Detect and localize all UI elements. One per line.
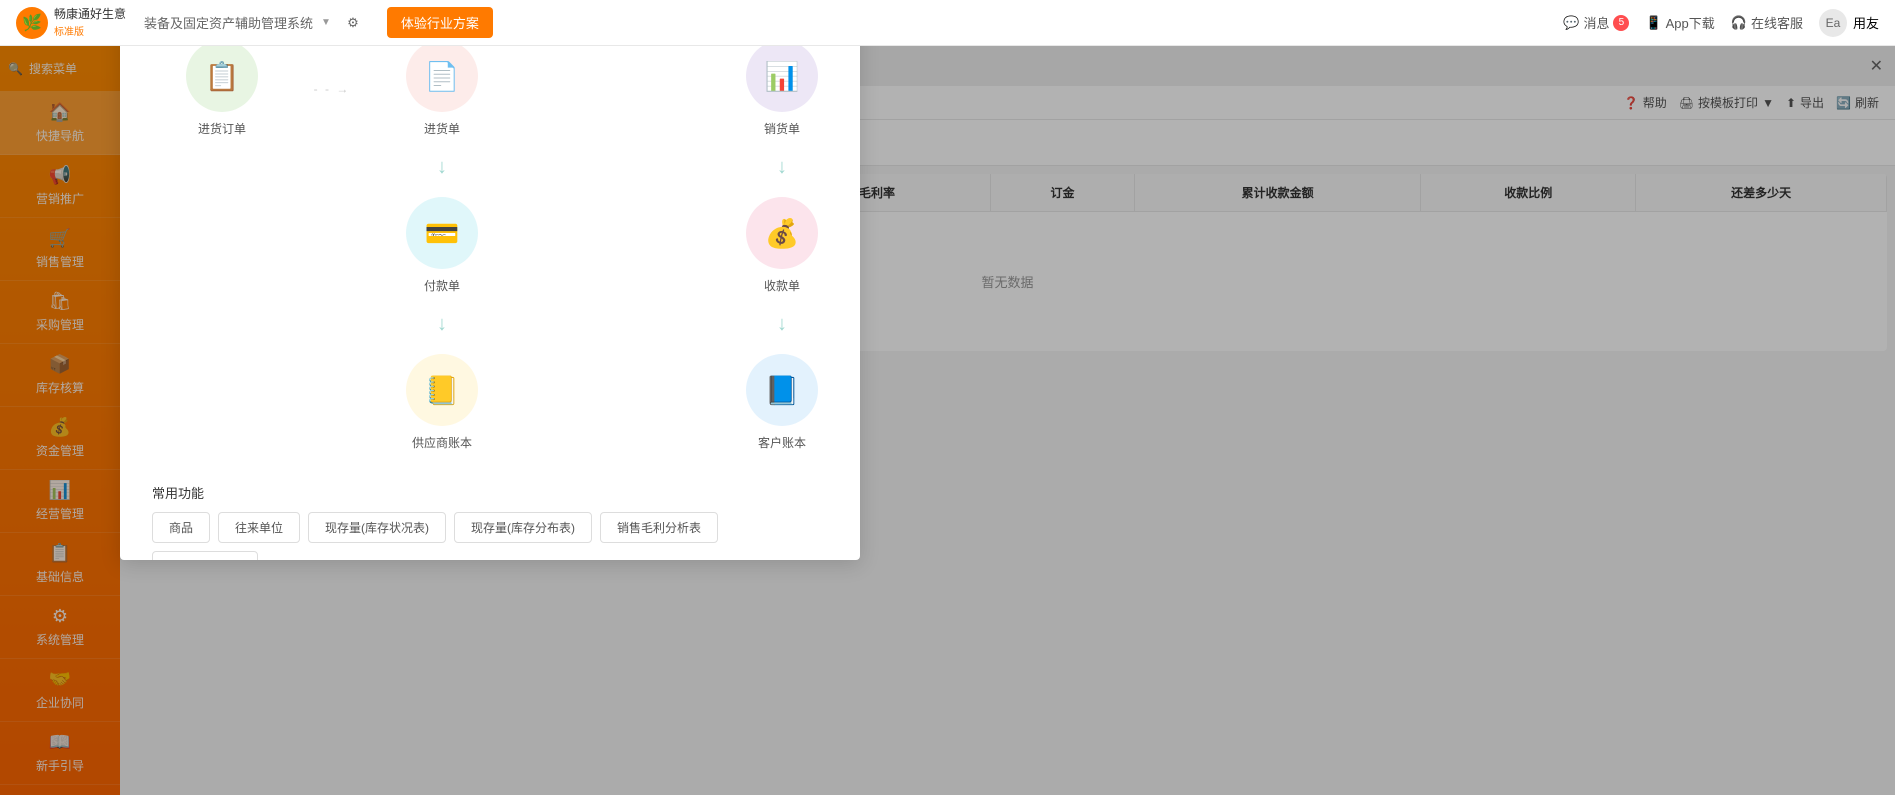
purchase-order-icon: 📋	[186, 40, 258, 112]
service-icon: 🎧	[1731, 15, 1747, 31]
purchase-bill-icon: 📄	[406, 40, 478, 112]
user-area[interactable]: Ea 用友	[1819, 9, 1879, 37]
down-arrow-purchase: ↓	[372, 156, 512, 179]
down-arrow-sale: ↓	[712, 156, 852, 179]
supplier-ledger-label: 供应商账本	[412, 434, 472, 451]
message-badge: 5	[1613, 15, 1629, 31]
down-arrow-receipt: ↓	[712, 313, 852, 336]
supplier-ledger-icon: 📒	[406, 354, 478, 426]
trial-button[interactable]: 体验行业方案	[387, 7, 493, 38]
payment-icon: 💳	[406, 197, 478, 269]
top-bar: 🌿 畅康通好生意 标准版 装备及固定资产辅助管理系统 ▼ ⚙ 体验行业方案 💬 …	[0, 0, 1895, 46]
download-icon: 📱	[1645, 15, 1661, 31]
app-download-label: App下载	[1666, 13, 1715, 32]
top-actions: 💬 消息 5 📱 App下载 🎧 在线客服 Ea 用友	[1563, 9, 1879, 37]
func-section: 常用功能 商品 往来单位 现存量(库存状况表) 现存量(库存分布表) 销售毛利分…	[152, 483, 828, 560]
message-label: 消息	[1583, 13, 1609, 32]
arrow-2: ← - -	[852, 82, 860, 96]
node-supplier-ledger[interactable]: 📒 供应商账本	[372, 338, 512, 467]
modal-box: 📋 进货订单 - - → 📄 进货单 📊 销货单 ← - - 📑 销售订单	[120, 0, 860, 560]
system-title: 装备及固定资产辅助管理系统 ▼ ⚙ 体验行业方案	[144, 7, 1563, 38]
payment-label: 付款单	[424, 277, 460, 294]
logo-icon: 🌿	[16, 7, 48, 39]
func-buttons: 商品 往来单位 现存量(库存状况表) 现存量(库存分布表) 销售毛利分析表 商品…	[152, 512, 828, 560]
logo-text: 畅康通好生意	[54, 7, 126, 23]
node-customer-ledger[interactable]: 📘 客户账本	[712, 338, 852, 467]
func-btn-partner[interactable]: 往来单位	[218, 512, 300, 543]
customer-ledger-label: 客户账本	[758, 434, 806, 451]
purchase-order-label: 进货订单	[198, 120, 246, 137]
purchase-bill-label: 进货单	[424, 120, 460, 137]
system-title-text: 装备及固定资产辅助管理系统	[144, 13, 313, 32]
message-action[interactable]: 💬 消息 5	[1563, 13, 1629, 32]
func-btn-goods-gross[interactable]: 商品毛利分析	[152, 551, 258, 560]
modal-overlay[interactable]: 📋 进货订单 - - → 📄 进货单 📊 销货单 ← - - 📑 销售订单	[0, 0, 1895, 795]
func-btn-stock-status[interactable]: 现存量(库存状况表)	[308, 512, 446, 543]
logo-text-block: 畅康通好生意 标准版	[54, 7, 126, 38]
receipt-label: 收款单	[764, 277, 800, 294]
down-arrow-payment: ↓	[372, 313, 512, 336]
node-payment[interactable]: 💳 付款单	[372, 181, 512, 310]
message-icon: 💬	[1563, 15, 1579, 31]
logo-area: 🌿 畅康通好生意 标准版	[16, 7, 136, 39]
online-service-label: 在线客服	[1751, 13, 1803, 32]
online-service-action[interactable]: 🎧 在线客服	[1731, 13, 1803, 32]
receipt-icon: 💰	[746, 197, 818, 269]
user-label: 用友	[1853, 13, 1879, 32]
func-btn-goods[interactable]: 商品	[152, 512, 210, 543]
flow-diagram: 📋 进货订单 - - → 📄 进货单 📊 销货单 ← - - 📑 销售订单	[152, 24, 828, 467]
settings-icon[interactable]: ⚙	[339, 9, 367, 37]
customer-ledger-icon: 📘	[746, 354, 818, 426]
logo-sub: 标准版	[54, 23, 126, 38]
arrow-1: - - →	[292, 82, 372, 96]
func-btn-stock-dist[interactable]: 现存量(库存分布表)	[454, 512, 592, 543]
func-btn-sales-gross[interactable]: 销售毛利分析表	[600, 512, 718, 543]
func-title: 常用功能	[152, 483, 828, 502]
sale-bill-icon: 📊	[746, 40, 818, 112]
system-title-dropdown-icon[interactable]: ▼	[321, 17, 331, 28]
app-download-action[interactable]: 📱 App下载	[1645, 13, 1714, 32]
node-receipt[interactable]: 💰 收款单	[712, 181, 852, 310]
sale-bill-label: 销货单	[764, 120, 800, 137]
user-avatar: Ea	[1819, 9, 1847, 37]
